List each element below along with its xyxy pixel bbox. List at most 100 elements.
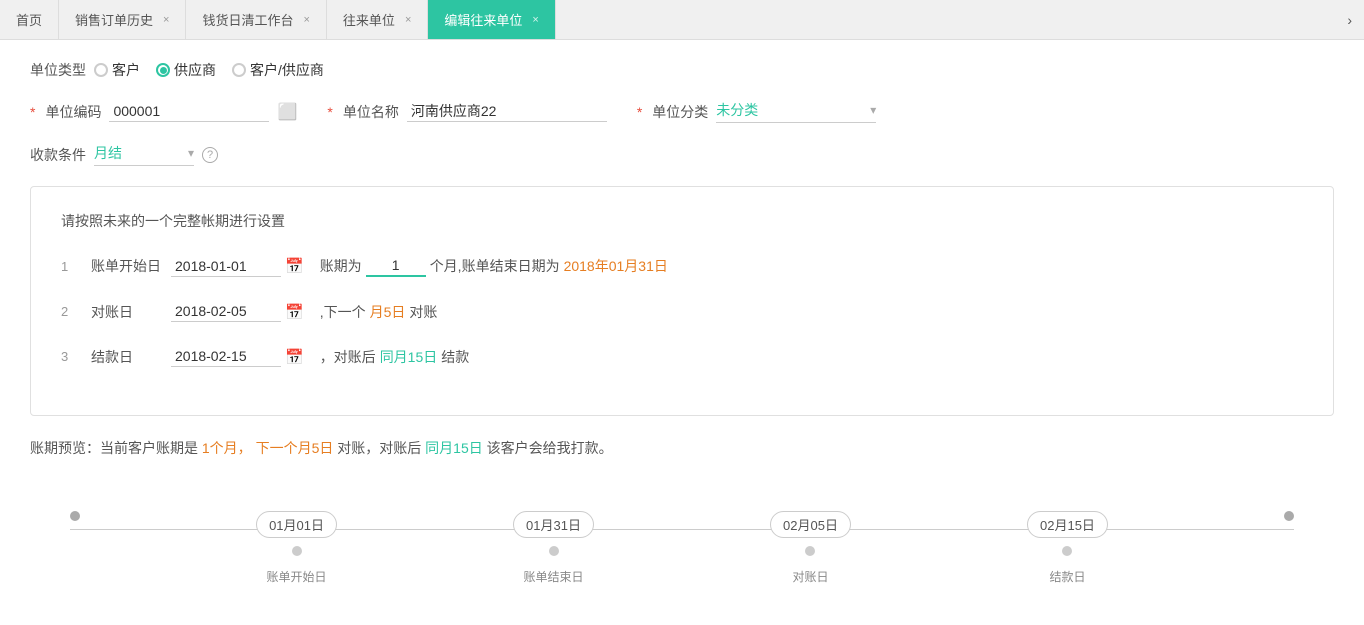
box-title: 请按照未来的一个完整帐期进行设置 (61, 211, 1303, 231)
reconcile-suffix: 对账 (409, 302, 437, 322)
tab-home[interactable]: 首页 (0, 0, 59, 39)
reconcile-desc: ,下一个 月5日 对账 (320, 302, 438, 322)
timeline-dot-02-15 (1062, 546, 1072, 556)
unit-info-row: * 单位编码 ⬜ * 单位名称 * 单位分类 未分类 ▾ (30, 100, 1334, 123)
reconcile-pre: ,下一个 (320, 302, 366, 322)
billing-period-suffix: 个月,账单结束日期为 (430, 256, 560, 276)
unit-category-dropdown[interactable]: 未分类 ▾ (716, 100, 876, 123)
billing-period-label: 账期为 (320, 256, 362, 276)
row-2-num: 2 (61, 304, 91, 319)
tab-edit-partner-close[interactable]: × (532, 14, 538, 26)
payment-row: 3 结款日 📅 ，对账后 同月15日 结款 (61, 346, 1303, 367)
unit-category-value: 未分类 (716, 100, 862, 120)
radio-supplier-label: 供应商 (174, 60, 216, 80)
radio-group-unit-type: 客户 供应商 客户/供应商 (94, 60, 324, 80)
row-1-num: 1 (61, 259, 91, 274)
payment-terms-dropdown[interactable]: 月结 ▾ (94, 143, 194, 166)
unit-code-required: * (30, 104, 35, 120)
timeline-node-01-01: 01月01日 账单开始日 (256, 511, 337, 585)
payment-terms-row: 收款条件 月结 ▾ ? (30, 143, 1334, 166)
unit-type-field: 单位类型 客户 供应商 客户/供应商 (30, 60, 324, 80)
payment-terms-value: 月结 (94, 143, 180, 163)
timeline-badge-02-15: 02月15日 (1027, 511, 1108, 538)
unit-category-label: 单位分类 (652, 102, 708, 122)
timeline-badge-02-05: 02月05日 (770, 511, 851, 538)
radio-customer[interactable]: 客户 (94, 60, 140, 80)
tab-cash-work-close[interactable]: × (303, 14, 309, 26)
reconcile-highlight: 月5日 (370, 302, 406, 322)
tab-partner-label: 往来单位 (343, 10, 395, 29)
timeline-label-payment: 结款日 (1049, 568, 1085, 585)
timeline-label-billing-start: 账单开始日 (267, 568, 327, 585)
copy-icon[interactable]: ⬜ (277, 102, 297, 122)
tab-cash-work[interactable]: 钱货日清工作台 × (186, 0, 326, 39)
unit-type-label: 单位类型 (30, 60, 86, 80)
radio-supplier[interactable]: 供应商 (156, 60, 216, 80)
radio-supplier-dot (160, 67, 167, 74)
tab-sales-history-label: 销售订单历史 (75, 10, 153, 29)
billing-start-row: 1 账单开始日 📅 账期为 个月,账单结束日期为 2018年01月31日 (61, 255, 1303, 277)
preview-part3: 对账，对账后 (337, 440, 421, 456)
reconcile-calendar-icon[interactable]: 📅 (285, 303, 304, 321)
tab-more-button[interactable]: › (1335, 0, 1364, 39)
radio-both[interactable]: 客户/供应商 (232, 60, 324, 80)
timeline-dot-01-01 (292, 546, 302, 556)
tab-partner-close[interactable]: × (405, 14, 411, 26)
timeline-label-billing-end: 账单结束日 (524, 568, 584, 585)
unit-code-field: * 单位编码 ⬜ (30, 101, 297, 122)
preview-label: 账期预览：当前客户账期是 (30, 440, 198, 456)
unit-name-input[interactable] (407, 101, 607, 122)
unit-name-field: * 单位名称 (327, 101, 606, 122)
payment-terms-label: 收款条件 (30, 145, 86, 165)
preview-section: 账期预览：当前客户账期是 1个月， 下一个月5日 对账，对账后 同月15日 该客… (30, 436, 1334, 461)
timeline-node-01-31: 01月31日 账单结束日 (513, 511, 594, 585)
start-endpoint-dot (70, 511, 80, 521)
tab-sales-history[interactable]: 销售订单历史 × (59, 0, 186, 39)
preview-part4: 同月15日 (425, 440, 483, 456)
tab-sales-history-close[interactable]: × (163, 14, 169, 26)
tab-partner[interactable]: 往来单位 × (327, 0, 428, 39)
unit-code-label: 单位编码 (45, 102, 101, 122)
billing-start-calendar-icon[interactable]: 📅 (285, 257, 304, 275)
preview-part2: 下一个月5日 (256, 440, 334, 456)
unit-name-label: 单位名称 (343, 102, 399, 122)
timeline-node-02-05: 02月05日 对账日 (770, 511, 851, 585)
billing-start-label: 账单开始日 (91, 256, 171, 276)
payment-label: 结款日 (91, 347, 171, 367)
unit-name-required: * (327, 104, 332, 120)
radio-customer-circle (94, 63, 108, 77)
chevron-right-icon: › (1347, 12, 1352, 28)
reconcile-label: 对账日 (91, 302, 171, 322)
payment-date-input[interactable] (171, 346, 281, 367)
unit-category-arrow-icon: ▾ (870, 103, 876, 117)
row-3-num: 3 (61, 349, 91, 364)
timeline-node-end-dot (1284, 511, 1294, 585)
timeline-badge-01-01: 01月01日 (256, 511, 337, 538)
payment-terms-field: 收款条件 月结 ▾ ? (30, 143, 218, 166)
billing-period-num-input[interactable] (366, 255, 426, 277)
payment-highlight: 同月15日 (380, 347, 438, 367)
timeline-node-start-dot (70, 511, 80, 585)
help-icon[interactable]: ? (202, 147, 218, 163)
end-endpoint-dot (1284, 511, 1294, 521)
timeline-badge-01-31: 01月31日 (513, 511, 594, 538)
tab-edit-partner-label: 编辑往来单位 (444, 10, 522, 29)
reconcile-date-input[interactable] (171, 301, 281, 322)
radio-supplier-circle (156, 63, 170, 77)
unit-code-input[interactable] (109, 101, 269, 122)
payment-pre: ，对账后 (320, 347, 376, 367)
radio-customer-label: 客户 (112, 60, 140, 80)
payment-terms-arrow-icon: ▾ (188, 146, 194, 160)
billing-start-date-input[interactable] (171, 256, 281, 277)
payment-calendar-icon[interactable]: 📅 (285, 348, 304, 366)
timeline-node-02-15: 02月15日 结款日 (1027, 511, 1108, 585)
tab-edit-partner[interactable]: 编辑往来单位 × (428, 0, 555, 39)
payment-desc: ，对账后 同月15日 结款 (320, 347, 470, 367)
unit-category-field: * 单位分类 未分类 ▾ (637, 100, 876, 123)
preview-part1: 1个月， (202, 440, 252, 456)
payment-suffix: 结款 (441, 347, 469, 367)
timeline-dot-02-05 (805, 546, 815, 556)
radio-both-circle (232, 63, 246, 77)
unit-type-row: 单位类型 客户 供应商 客户/供应商 (30, 60, 1334, 80)
billing-start-desc: 账期为 个月,账单结束日期为 2018年01月31日 (320, 255, 668, 277)
